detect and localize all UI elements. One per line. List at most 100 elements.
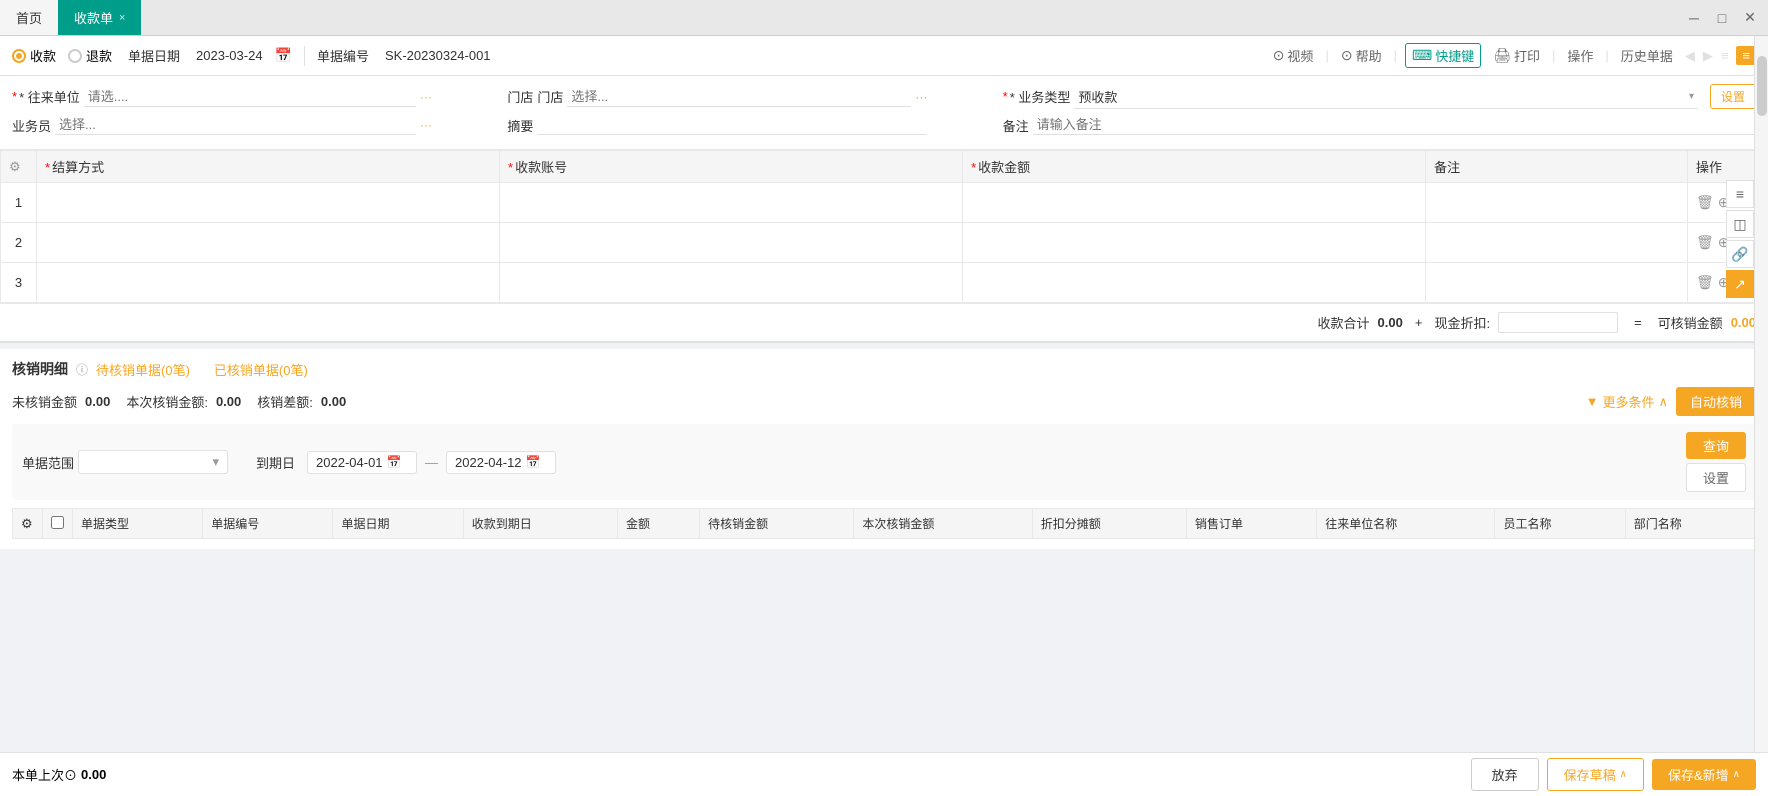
- counterpart-input[interactable]: [84, 87, 416, 107]
- window-controls: ─ □ ✕: [1684, 8, 1768, 28]
- discount-input[interactable]: [1498, 312, 1618, 333]
- filter-icon: ▼: [1586, 394, 1599, 409]
- abandon-button[interactable]: 放弃: [1471, 758, 1539, 791]
- summary-input[interactable]: [537, 115, 927, 135]
- shortcut-btn[interactable]: ⌨ 快捷键: [1405, 43, 1481, 68]
- more-conditions-btn[interactable]: ▼ 更多条件 ∧: [1586, 392, 1668, 411]
- business-type-select[interactable]: 预收款 ▾: [1074, 85, 1698, 109]
- row-num-2: 2: [1, 223, 37, 263]
- print-label: 打印: [1514, 46, 1540, 65]
- tab-active-collection[interactable]: 收款单 ×: [58, 0, 141, 35]
- number-field: 单据编号 SK-20230324-001: [317, 46, 491, 65]
- business-type-label: * 业务类型: [1010, 87, 1071, 106]
- save-new-button[interactable]: 保存&新增 ∧: [1652, 759, 1756, 790]
- right-tool-panel[interactable]: ◫: [1726, 210, 1754, 238]
- close-button[interactable]: ✕: [1740, 8, 1760, 28]
- cell-account-3[interactable]: [500, 263, 963, 303]
- delete-icon-2[interactable]: 🗑: [1696, 234, 1714, 251]
- due-date-to-picker[interactable]: 2022-04-12 📅: [446, 451, 556, 474]
- cell-remark-3[interactable]: [1426, 263, 1688, 303]
- due-date-from-text: 2022-04-01: [316, 455, 383, 470]
- verify-stats: 未核销金额 0.00 本次核销金额: 0.00 核销差额: 0.00 ▼ 更多条…: [12, 387, 1756, 416]
- tab-close-icon[interactable]: ×: [119, 12, 125, 24]
- select-all-checkbox[interactable]: [51, 516, 64, 529]
- operation-btn[interactable]: 操作: [1563, 44, 1597, 67]
- diff-value: 0.00: [321, 394, 346, 409]
- right-tool-expand[interactable]: ↗: [1726, 270, 1754, 298]
- salesperson-input[interactable]: [55, 115, 416, 135]
- tab-home[interactable]: 首页: [0, 0, 58, 35]
- col-doc-type: 单据类型: [73, 509, 203, 539]
- scrollbar[interactable]: [1754, 36, 1768, 752]
- table-settings-icon[interactable]: ⚙: [9, 159, 21, 174]
- remark-label: 备注: [1003, 116, 1029, 135]
- video-btn[interactable]: ⊙ 视频: [1269, 44, 1318, 67]
- salesperson-more[interactable]: ···: [420, 118, 432, 132]
- due-date-label: 到期日: [256, 453, 295, 472]
- cell-settlement-3[interactable]: [37, 263, 500, 303]
- footer-amount-value: 0.00: [81, 767, 106, 782]
- help-btn[interactable]: ⊙ 帮助: [1337, 44, 1386, 67]
- radio-refund[interactable]: 退款: [68, 46, 112, 65]
- col-pending-verify: 待核销金额: [700, 509, 854, 539]
- minimize-button[interactable]: ─: [1684, 8, 1704, 28]
- radio-collection-label: 收款: [30, 46, 56, 65]
- due-date-to-text: 2022-04-12: [455, 455, 522, 470]
- discount-label: 现金折扣:: [1434, 313, 1490, 332]
- query-section: 单据范围 ▾ 到期日 2022-04-01 📅 — 2022-04-12 📅 查…: [12, 424, 1756, 500]
- verified-tab[interactable]: 已核销单据(0笔): [214, 360, 308, 379]
- maximize-button[interactable]: □: [1712, 8, 1732, 28]
- remark-input[interactable]: [1033, 115, 1756, 135]
- tab-active-label: 收款单: [74, 8, 113, 27]
- scrollbar-thumb[interactable]: [1757, 56, 1767, 116]
- current-label: 本次核销金额:: [126, 392, 208, 411]
- query-button[interactable]: 查询: [1686, 432, 1746, 459]
- right-tools: ≡ ◫ 🔗 ↗: [1726, 180, 1754, 300]
- delete-icon-1[interactable]: 🗑: [1696, 194, 1714, 211]
- scope-field: 单据范围 ▾: [22, 450, 228, 474]
- due-date-from-picker[interactable]: 2022-04-01 📅: [307, 451, 417, 474]
- delete-icon-3[interactable]: 🗑: [1696, 274, 1714, 291]
- summary-label: 摘要: [507, 116, 533, 135]
- form-area: * * 往来单位 ··· 门店 门店 ··· * * 业务类型 预收款 ▾ 设置: [0, 76, 1768, 150]
- help-icon: ⊙: [1341, 47, 1353, 64]
- save-arrow-icon: ∧: [1733, 769, 1740, 780]
- counterpart-label: * 往来单位: [19, 87, 80, 106]
- current-value: 0.00: [216, 394, 241, 409]
- total-row: 收款合计 0.00 + 现金折扣: = 可核销金额 0.00: [0, 303, 1768, 343]
- verify-settings-button[interactable]: 设置: [1686, 463, 1746, 492]
- print-icon: 🖨: [1493, 47, 1511, 64]
- cell-account-2[interactable]: [500, 223, 963, 263]
- counterpart-field: * * 往来单位 ···: [12, 87, 432, 107]
- cell-amount-1[interactable]: [963, 183, 1426, 223]
- cell-remark-2[interactable]: [1426, 223, 1688, 263]
- calendar-icon[interactable]: 📅: [275, 47, 292, 64]
- history-btn[interactable]: 历史单据: [1617, 44, 1677, 67]
- summary-field: 摘要: [507, 115, 927, 135]
- cell-settlement-1[interactable]: [37, 183, 500, 223]
- cell-settlement-2[interactable]: [37, 223, 500, 263]
- col-doc-amount: 金额: [617, 509, 699, 539]
- scope-select[interactable]: ▾: [78, 450, 228, 474]
- save-draft-button[interactable]: 保存草稿 ∧: [1547, 758, 1644, 791]
- cell-account-1[interactable]: [500, 183, 963, 223]
- bottom-table-settings-icon[interactable]: ⚙: [21, 516, 33, 531]
- col-discount: 折扣分摊额: [1032, 509, 1186, 539]
- store-more[interactable]: ···: [915, 90, 927, 104]
- verifiable-value: 0.00: [1731, 315, 1756, 330]
- right-tool-table[interactable]: ≡: [1726, 180, 1754, 208]
- radio-collection[interactable]: 收款: [12, 46, 56, 65]
- store-input[interactable]: [567, 87, 911, 107]
- counterpart-more[interactable]: ···: [420, 90, 432, 104]
- set-button[interactable]: 设置: [1710, 84, 1756, 109]
- pending-tab[interactable]: 待核销单据(0笔): [96, 360, 190, 379]
- scope-label: 单据范围: [22, 453, 74, 472]
- cell-amount-3[interactable]: [963, 263, 1426, 303]
- cell-amount-2[interactable]: [963, 223, 1426, 263]
- auto-verify-button[interactable]: 自动核销: [1676, 387, 1756, 416]
- right-tool-link[interactable]: 🔗: [1726, 240, 1754, 268]
- print-btn[interactable]: 🖨 打印: [1489, 44, 1544, 67]
- save-new-label: 保存&新增: [1668, 765, 1729, 784]
- save-draft-label: 保存草稿: [1564, 765, 1616, 784]
- cell-remark-1[interactable]: [1426, 183, 1688, 223]
